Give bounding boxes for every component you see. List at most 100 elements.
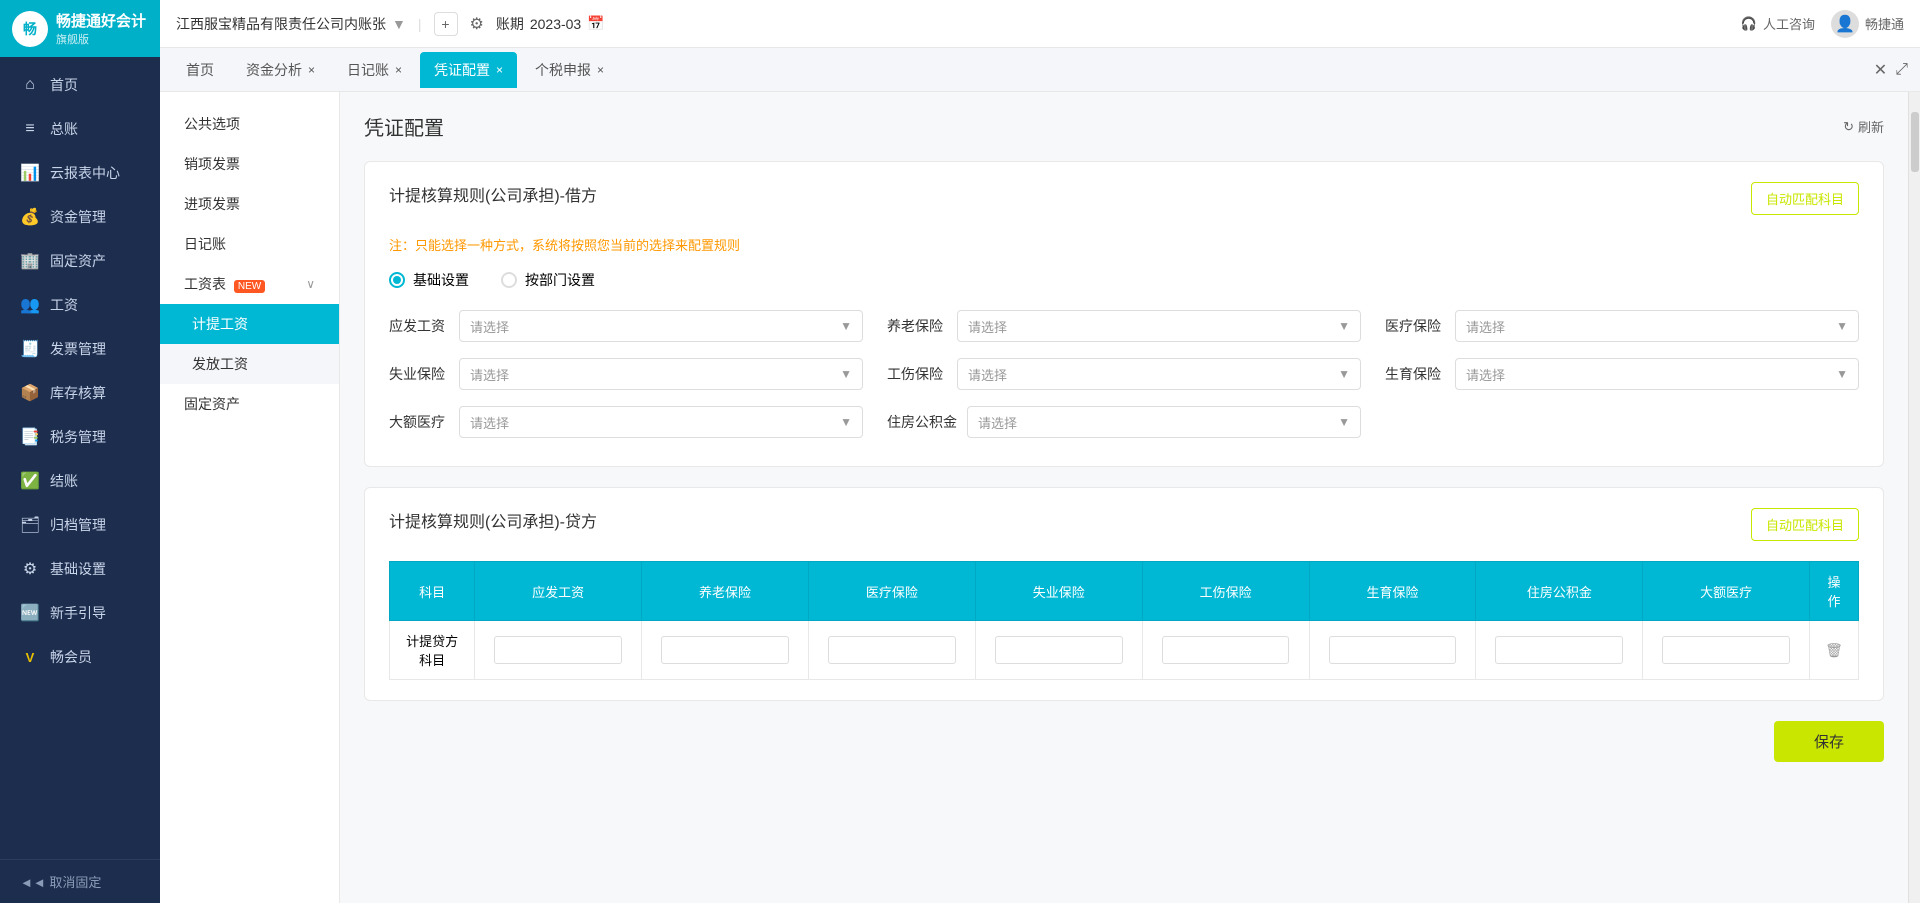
tab-funds[interactable]: 资金分析 × bbox=[232, 52, 329, 88]
sidebar-item-vip[interactable]: V 畅会员 bbox=[0, 635, 160, 679]
sidebar-label-invoice: 发票管理 bbox=[50, 339, 106, 359]
nav-journal[interactable]: 日记账 bbox=[160, 224, 339, 264]
input-payable-salary[interactable] bbox=[494, 636, 622, 664]
save-button[interactable]: 保存 bbox=[1774, 721, 1884, 762]
service-button[interactable]: 🎧 人工咨询 bbox=[1741, 14, 1815, 33]
refresh-button[interactable]: ↻ 刷新 bbox=[1843, 117, 1884, 136]
inventory-icon: 📦 bbox=[20, 383, 40, 403]
cell-medical bbox=[808, 621, 975, 680]
sidebar-item-home[interactable]: ⌂ 首页 bbox=[0, 63, 160, 107]
main-area: 江西服宝精品有限责任公司内账张 ▼ | + ⚙ 账期 2023-03 📅 🎧 人… bbox=[160, 0, 1920, 903]
scrollbar-thumb[interactable] bbox=[1911, 112, 1919, 172]
select-work-injury-value: 请选择 bbox=[968, 365, 1007, 384]
avatar-icon: 👤 bbox=[1831, 10, 1859, 38]
input-pension[interactable] bbox=[661, 636, 789, 664]
tab-tax-report[interactable]: 个税申报 × bbox=[521, 52, 618, 88]
select-medical[interactable]: 请选择 ▼ bbox=[1455, 310, 1859, 342]
sidebar-item-ledger[interactable]: ≡ 总账 bbox=[0, 107, 160, 151]
tab-voucher-config[interactable]: 凭证配置 × bbox=[420, 52, 517, 88]
nav-sales-invoice[interactable]: 销项发票 bbox=[160, 144, 339, 184]
radio-dept-label: 按部门设置 bbox=[525, 270, 595, 290]
select-unemployment[interactable]: 请选择 ▼ bbox=[459, 358, 863, 390]
delete-row-button[interactable]: 🗑 bbox=[1825, 642, 1843, 658]
select-housing-fund-arrow: ▼ bbox=[1338, 415, 1350, 429]
input-medical[interactable] bbox=[828, 636, 956, 664]
nav-public[interactable]: 公共选项 bbox=[160, 104, 339, 144]
cell-payable-salary bbox=[475, 621, 642, 680]
nav-purchase-invoice[interactable]: 进项发票 bbox=[160, 184, 339, 224]
sidebar-item-tax[interactable]: 📑 税务管理 bbox=[0, 415, 160, 459]
sidebar-item-guide[interactable]: 🆕 新手引导 bbox=[0, 591, 160, 635]
sidebar-item-salary[interactable]: 👥 工资 bbox=[0, 283, 160, 327]
select-payable-salary-value: 请选择 bbox=[470, 317, 509, 336]
tab-journal[interactable]: 日记账 × bbox=[333, 52, 416, 88]
input-maternity[interactable] bbox=[1329, 636, 1457, 664]
nav-salary-table-group[interactable]: 工资表 NEW ∨ bbox=[160, 264, 339, 304]
sidebar-item-funds[interactable]: 💰 资金管理 bbox=[0, 195, 160, 239]
settings-gear-icon[interactable]: ⚙ bbox=[470, 14, 484, 34]
sidebar-item-inventory[interactable]: 📦 库存核算 bbox=[0, 371, 160, 415]
nav-pay-salary[interactable]: 发放工资 bbox=[160, 344, 339, 384]
sidebar-item-reports[interactable]: 📊 云报表中心 bbox=[0, 151, 160, 195]
cell-action: 🗑 bbox=[1810, 621, 1859, 680]
logo-subtitle: 旗舰版 bbox=[56, 31, 146, 47]
debit-auto-match-button[interactable]: 自动匹配科目 bbox=[1751, 182, 1859, 215]
headset-icon: 🎧 bbox=[1741, 16, 1757, 32]
assets-icon: 🏢 bbox=[20, 251, 40, 271]
sidebar-item-settle[interactable]: ✅ 结账 bbox=[0, 459, 160, 503]
maximize-button[interactable]: ⤢ bbox=[1895, 60, 1908, 80]
tab-home[interactable]: 首页 bbox=[172, 52, 228, 88]
nav-journal-label: 日记账 bbox=[184, 236, 226, 252]
radio-dept[interactable]: 按部门设置 bbox=[501, 270, 595, 290]
input-housing-fund[interactable] bbox=[1495, 636, 1623, 664]
select-maternity[interactable]: 请选择 ▼ bbox=[1455, 358, 1859, 390]
sidebar-item-archive[interactable]: 🗂 归档管理 bbox=[0, 503, 160, 547]
close-all-button[interactable]: ✕ bbox=[1874, 60, 1887, 80]
tab-journal-close-icon[interactable]: × bbox=[395, 63, 402, 77]
sidebar-label-home: 首页 bbox=[50, 75, 78, 95]
sidebar-label-tax: 税务管理 bbox=[50, 427, 106, 447]
credit-title: 计提核算规则(公司承担)-贷方 bbox=[389, 508, 597, 532]
add-account-button[interactable]: + bbox=[434, 12, 458, 36]
input-large-medical[interactable] bbox=[1662, 636, 1790, 664]
calendar-icon[interactable]: 📅 bbox=[587, 15, 604, 32]
select-pension[interactable]: 请选择 ▼ bbox=[957, 310, 1361, 342]
unpin-button[interactable]: ◄◄ 取消固定 bbox=[0, 859, 160, 903]
input-work-injury[interactable] bbox=[1162, 636, 1290, 664]
field-medical: 医疗保险 请选择 ▼ bbox=[1385, 310, 1859, 342]
company-selector[interactable]: 江西服宝精品有限责任公司内账张 ▼ bbox=[176, 14, 406, 34]
row-subject-label: 计提贷方科目 bbox=[390, 621, 475, 680]
select-housing-fund[interactable]: 请选择 ▼ bbox=[967, 406, 1361, 438]
salary-icon: 👥 bbox=[20, 295, 40, 315]
tab-voucher-close-icon[interactable]: × bbox=[496, 63, 503, 77]
th-medical: 医疗保险 bbox=[808, 562, 975, 621]
unpin-label: ◄◄ 取消固定 bbox=[20, 872, 101, 891]
tab-funds-close-icon[interactable]: × bbox=[308, 63, 315, 77]
select-payable-salary[interactable]: 请选择 ▼ bbox=[459, 310, 863, 342]
page-title: 凭证配置 bbox=[364, 112, 444, 141]
input-unemployment[interactable] bbox=[995, 636, 1123, 664]
th-unemployment: 失业保险 bbox=[975, 562, 1142, 621]
sidebar-label-archive: 归档管理 bbox=[50, 515, 106, 535]
tab-tax-close-icon[interactable]: × bbox=[597, 63, 604, 77]
radio-basic[interactable]: 基础设置 bbox=[389, 270, 469, 290]
tab-home-label: 首页 bbox=[186, 60, 214, 80]
select-unemployment-value: 请选择 bbox=[470, 365, 509, 384]
settle-icon: ✅ bbox=[20, 471, 40, 491]
select-maternity-arrow: ▼ bbox=[1836, 367, 1848, 381]
credit-auto-match-button[interactable]: 自动匹配科目 bbox=[1751, 508, 1859, 541]
select-work-injury[interactable]: 请选择 ▼ bbox=[957, 358, 1361, 390]
vip-icon: V bbox=[20, 650, 40, 665]
scrollbar[interactable] bbox=[1908, 92, 1920, 903]
th-payable-salary: 应发工资 bbox=[475, 562, 642, 621]
sidebar-item-settings[interactable]: ⚙ 基础设置 bbox=[0, 547, 160, 591]
nav-calculate-salary[interactable]: 计提工资 bbox=[160, 304, 339, 344]
sidebar: 畅 畅捷通好会计 旗舰版 ⌂ 首页 ≡ 总账 📊 云报表中心 💰 资金管理 🏢 … bbox=[0, 0, 160, 903]
company-dropdown-icon: ▼ bbox=[392, 16, 406, 32]
select-pension-value: 请选择 bbox=[968, 317, 1007, 336]
sidebar-item-assets[interactable]: 🏢 固定资产 bbox=[0, 239, 160, 283]
user-button[interactable]: 👤 畅捷通 bbox=[1831, 10, 1904, 38]
select-large-medical[interactable]: 请选择 ▼ bbox=[459, 406, 863, 438]
sidebar-item-invoice[interactable]: 🧾 发票管理 bbox=[0, 327, 160, 371]
nav-fixed-assets[interactable]: 固定资产 bbox=[160, 384, 339, 424]
